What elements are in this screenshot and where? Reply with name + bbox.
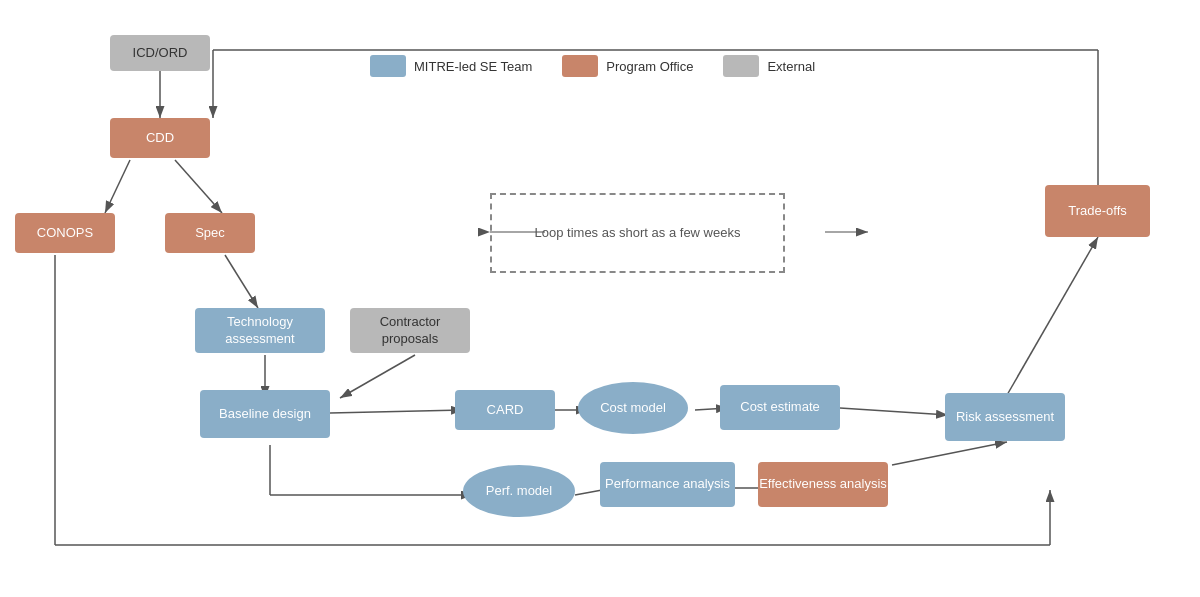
node-contractor: Contractor proposals: [350, 308, 470, 353]
node-tech-assess: Technology assessment: [195, 308, 325, 353]
loop-label: Loop times as short as a few weeks: [535, 224, 741, 242]
node-card: CARD: [455, 390, 555, 430]
node-tradeoffs: Trade-offs: [1045, 185, 1150, 237]
legend-swatch-external: [723, 55, 759, 77]
node-effectiveness: Effectiveness analysis: [758, 462, 888, 507]
svg-line-8: [330, 410, 463, 413]
legend: MITRE-led SE Team Program Office Externa…: [370, 55, 815, 77]
node-perf-model: Perf. model: [463, 465, 575, 517]
node-baseline: Baseline design: [200, 390, 330, 438]
svg-line-4: [175, 160, 222, 213]
legend-label-external: External: [767, 59, 815, 74]
node-conops: CONOPS: [15, 213, 115, 253]
svg-line-11: [840, 408, 948, 415]
legend-swatch-program: [562, 55, 598, 77]
svg-line-3: [105, 160, 130, 213]
node-cost-estimate: Cost estimate: [720, 385, 840, 430]
svg-line-16: [892, 442, 1007, 465]
node-icd: ICD/ORD: [110, 35, 210, 71]
svg-line-7: [340, 355, 415, 398]
loop-box: Loop times as short as a few weeks: [490, 193, 785, 273]
svg-line-17: [1007, 237, 1098, 395]
legend-label-program: Program Office: [606, 59, 693, 74]
legend-mitre: MITRE-led SE Team: [370, 55, 532, 77]
legend-program: Program Office: [562, 55, 693, 77]
legend-label-mitre: MITRE-led SE Team: [414, 59, 532, 74]
node-cost-model: Cost model: [578, 382, 688, 434]
node-risk-assess: Risk assessment: [945, 393, 1065, 441]
node-cdd: CDD: [110, 118, 210, 158]
node-perf-analysis: Performance analysis: [600, 462, 735, 507]
legend-external: External: [723, 55, 815, 77]
node-spec: Spec: [165, 213, 255, 253]
legend-swatch-mitre: [370, 55, 406, 77]
svg-line-5: [225, 255, 258, 308]
